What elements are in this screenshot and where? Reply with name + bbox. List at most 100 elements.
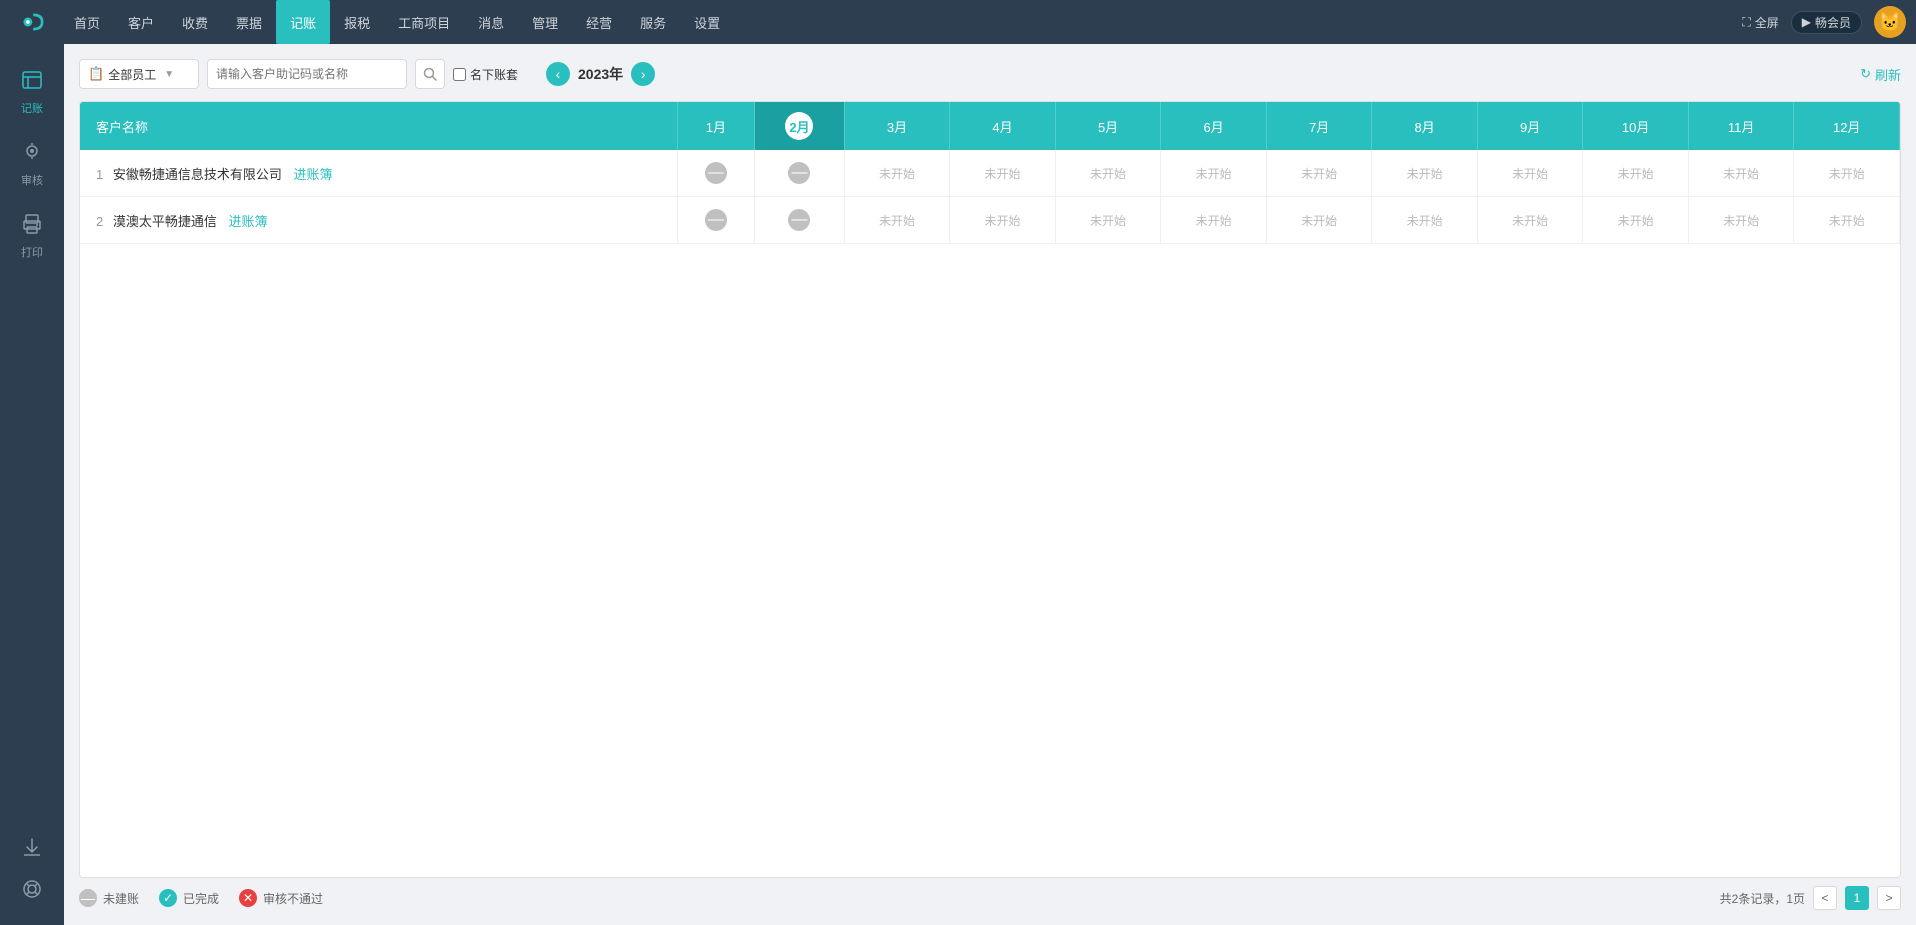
nav-item-billing[interactable]: 收费 — [168, 0, 222, 44]
top-nav: 首页客户收费票据记账报税工商项目消息管理经营服务设置 ⛶ 全屏 ▶ 畅会员 🐱 — [0, 0, 1916, 44]
status-not-started: 未开始 — [1512, 167, 1548, 181]
nav-item-service[interactable]: 服务 — [626, 0, 680, 44]
search-input[interactable] — [216, 67, 398, 81]
legend-rejected-label: 审核不通过 — [263, 890, 323, 907]
table-row: 2 漠澳太平畅捷通信 进账簿 — — 未开始 未开始 未开始 未开始 未开始 未开始 未开始 未开… — [80, 197, 1900, 244]
month-cell-m1: — — [677, 197, 755, 244]
status-not-started: 未开始 — [1407, 167, 1443, 181]
col-m6: 6月 — [1161, 102, 1267, 150]
nav-item-invoice[interactable]: 票据 — [222, 0, 276, 44]
member-label: 畅会员 — [1815, 14, 1851, 31]
col-m7: 7月 — [1266, 102, 1372, 150]
sidebar-item-print[interactable]: 打印 — [0, 198, 64, 270]
col-m5: 5月 — [1055, 102, 1161, 150]
toolbar: 📋 全部员工 ▼ 名下账套 ‹ 2023年 › — [79, 59, 1901, 89]
month-cell-m4: 未开始 — [950, 150, 1056, 197]
col-m4: 4月 — [950, 102, 1056, 150]
app-logo — [10, 6, 60, 38]
next-page-button[interactable]: > — [1877, 886, 1901, 910]
search-button[interactable] — [415, 59, 445, 89]
month-cell-m9: 未开始 — [1477, 197, 1583, 244]
employee-icon: 📋 — [88, 66, 104, 82]
nav-item-manage[interactable]: 管理 — [518, 0, 572, 44]
next-year-button[interactable]: › — [631, 62, 655, 86]
sidebar-item-accounting[interactable]: 记账 — [0, 54, 64, 126]
search-input-wrap — [207, 59, 407, 89]
row-num: 2 — [96, 214, 103, 229]
nav-item-accounting[interactable]: 记账 — [276, 0, 330, 44]
status-not-started: 未开始 — [1829, 167, 1865, 181]
download-icon[interactable] — [16, 831, 48, 863]
col-m2: 2月 — [755, 102, 845, 150]
prev-page-button[interactable]: < — [1813, 886, 1837, 910]
month-cell-m5: 未开始 — [1055, 197, 1161, 244]
total-label: 共2条记录，1页 — [1720, 890, 1805, 907]
status-not-started: 未开始 — [879, 167, 915, 181]
play-icon: ▶ — [1802, 15, 1811, 29]
entry-link[interactable]: 进账簿 — [294, 167, 333, 182]
month-cell-m8: 未开始 — [1372, 197, 1478, 244]
review-icon — [16, 136, 48, 168]
month-cell-m11: 未开始 — [1688, 197, 1794, 244]
sidebar: 记账 审核 打印 — [0, 44, 64, 925]
nav-item-home[interactable]: 首页 — [60, 0, 114, 44]
my-accounts-checkbox[interactable] — [453, 68, 466, 81]
nav-item-operation[interactable]: 经营 — [572, 0, 626, 44]
sidebar-bottom — [16, 831, 48, 925]
page-1-button[interactable]: 1 — [1845, 886, 1869, 910]
month-cell-m11: 未开始 — [1688, 150, 1794, 197]
status-not-started: 未开始 — [1829, 214, 1865, 228]
prev-year-button[interactable]: ‹ — [546, 62, 570, 86]
status-not-started: 未开始 — [1407, 214, 1443, 228]
table-row: 1 安徽畅捷通信息技术有限公司 进账簿 ——未开始未开始未开始未开始未开始未开始… — [80, 150, 1900, 197]
sidebar-item-review[interactable]: 审核 — [0, 126, 64, 198]
fullscreen-icon: ⛶ — [1742, 15, 1750, 30]
status-not-started: 未开始 — [1090, 167, 1126, 181]
nav-item-tax[interactable]: 报税 — [330, 0, 384, 44]
month-cell-m1: — — [677, 150, 755, 197]
status-not-started: 未开始 — [1618, 214, 1654, 228]
table-body: 1 安徽畅捷通信息技术有限公司 进账簿 ——未开始未开始未开始未开始未开始未开始… — [80, 150, 1900, 244]
legend-dot-teal: ✓ — [159, 889, 177, 907]
month-cell-m6: 未开始 — [1161, 197, 1267, 244]
month-cell-m3: 未开始 — [844, 150, 950, 197]
col-m12: 12月 — [1794, 102, 1900, 150]
company-name: 漠澳太平畅捷通信 — [113, 214, 217, 229]
member-button[interactable]: ▶ 畅会员 — [1791, 11, 1862, 34]
status-not-started: 未开始 — [1301, 167, 1337, 181]
status-not-started: 未开始 — [1196, 167, 1232, 181]
user-avatar[interactable]: 🐱 — [1874, 6, 1906, 38]
status-dash: — — [788, 209, 810, 231]
fullscreen-button[interactable]: ⛶ 全屏 — [1742, 14, 1778, 31]
month-cell-m12: 未开始 — [1794, 150, 1900, 197]
nav-items: 首页客户收费票据记账报税工商项目消息管理经营服务设置 — [60, 0, 1742, 44]
nav-item-client[interactable]: 客户 — [114, 0, 168, 44]
nav-item-business[interactable]: 工商项目 — [384, 0, 464, 44]
current-month-circle: 2月 — [785, 112, 813, 140]
status-not-started: 未开始 — [985, 214, 1021, 228]
status-not-started: 未开始 — [1723, 214, 1759, 228]
col-m3: 3月 — [844, 102, 950, 150]
nav-item-settings[interactable]: 设置 — [680, 0, 734, 44]
footer: — 未建账 ✓ 已完成 ✕ 审核不通过 共2条记 — [79, 878, 1901, 910]
table-header: 客户名称1月2月3月4月5月6月7月8月9月10月11月12月 — [80, 102, 1900, 150]
legend-completed-label: 已完成 — [183, 890, 219, 907]
legend-dot-red: ✕ — [239, 889, 257, 907]
my-accounts-checkbox-label[interactable]: 名下账套 — [453, 66, 518, 83]
status-not-started: 未开始 — [1090, 214, 1126, 228]
status-dash: — — [788, 162, 810, 184]
nav-item-message[interactable]: 消息 — [464, 0, 518, 44]
entry-link[interactable]: 进账簿 — [229, 214, 268, 229]
refresh-label: 刷新 — [1875, 65, 1901, 84]
month-cell-m2: — — [755, 150, 845, 197]
refresh-button[interactable]: ↻ 刷新 — [1860, 65, 1901, 84]
legend-not-built: — 未建账 — [79, 889, 139, 907]
employee-select[interactable]: 📋 全部员工 ▼ — [79, 59, 199, 89]
support-icon[interactable] — [16, 873, 48, 905]
legend-rejected: ✕ 审核不通过 — [239, 889, 323, 907]
row-num: 1 — [96, 167, 103, 182]
col-m11: 11月 — [1688, 102, 1794, 150]
status-not-started: 未开始 — [1618, 167, 1654, 181]
status-dash: — — [705, 162, 727, 184]
avatar-icon: 🐱 — [1879, 12, 1901, 33]
